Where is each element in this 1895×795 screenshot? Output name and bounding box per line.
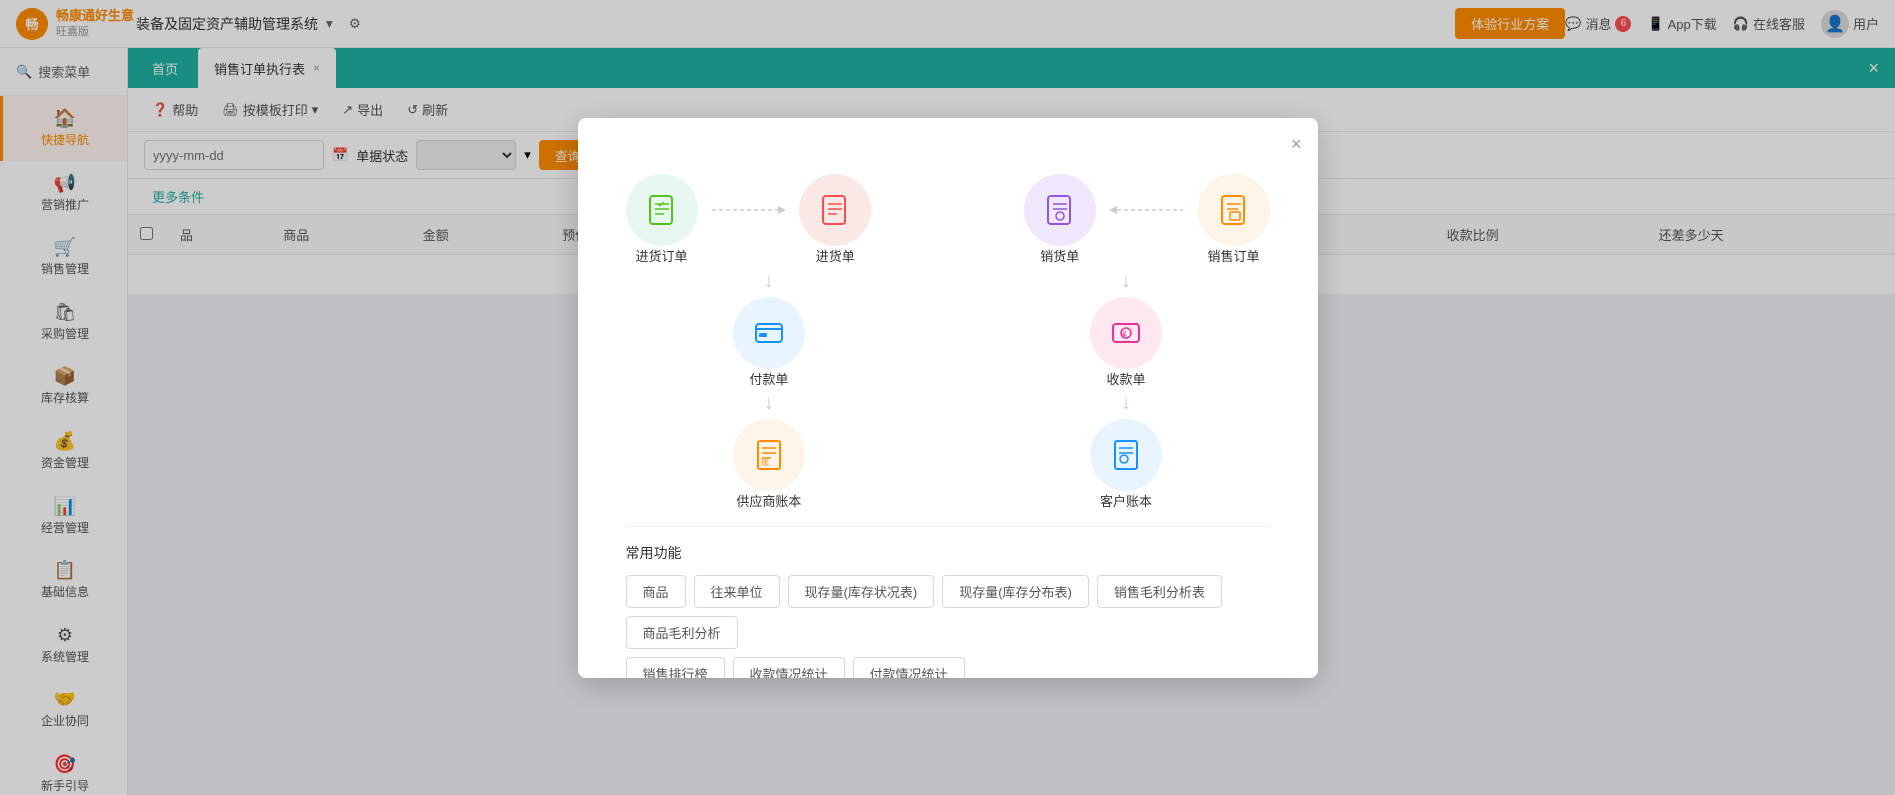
customer-ledger-label: 客户账本 <box>1100 491 1152 510</box>
common-btn-sales-rank[interactable]: 销售排行榜 <box>626 657 725 678</box>
arrow-sales-order-to-bill <box>1096 174 1198 218</box>
sales-order-circle <box>1198 174 1270 246</box>
purchase-bill-node[interactable]: 进货单 <box>799 174 871 265</box>
purchase-order-node[interactable]: 进货订单 <box>626 174 698 265</box>
common-buttons-row-2: 销售排行榜 收款情况统计 付款情况统计 <box>626 657 1270 678</box>
purchase-bill-label: 进货单 <box>816 246 855 265</box>
common-section-title: 常用功能 <box>626 543 1270 563</box>
payment-node[interactable]: 付款单 <box>733 297 805 388</box>
modal-close-btn[interactable]: × <box>1291 134 1302 155</box>
down-arrow-receipt: ↓ <box>1121 392 1131 415</box>
common-buttons-row-1: 商品 往来单位 现存量(库存状况表) 现存量(库存分布表) 销售毛利分析表 商品… <box>626 575 1270 649</box>
svg-text:账: 账 <box>761 458 769 467</box>
sales-bill-circle <box>1024 174 1096 246</box>
purchase-bill-circle <box>799 174 871 246</box>
receipt-circle: ¥ <box>1090 297 1162 369</box>
common-btn-product[interactable]: 商品 <box>626 575 686 608</box>
sales-order-node[interactable]: 销售订单 <box>1198 174 1270 265</box>
common-btn-receipt-stats[interactable]: 收款情况统计 <box>733 657 845 678</box>
common-btn-stock-dist[interactable]: 现存量(库存分布表) <box>942 575 1089 608</box>
supplier-ledger-circle: 账 <box>733 419 805 491</box>
common-btn-product-margin[interactable]: 商品毛利分析 <box>626 616 738 649</box>
common-btn-sales-margin[interactable]: 销售毛利分析表 <box>1097 575 1222 608</box>
down-arrow-sales-bill: ↓ <box>1121 269 1131 293</box>
purchase-order-label: 进货订单 <box>635 246 687 265</box>
flow-diagram: 进货订单 进货单 <box>626 150 1270 526</box>
customer-ledger-node[interactable]: 客户账本 <box>1090 419 1162 510</box>
receipt-node[interactable]: ¥ 收款单 <box>1090 297 1162 388</box>
common-btn-stock-status[interactable]: 现存量(库存状况表) <box>788 575 935 608</box>
sales-order-label: 销售订单 <box>1208 246 1260 265</box>
supplier-ledger-label: 供应商账本 <box>736 491 801 510</box>
purchase-order-circle <box>626 174 698 246</box>
down-arrow-payment: ↓ <box>764 392 774 415</box>
down-arrow-purchase: ↓ <box>764 269 774 293</box>
quick-nav-modal: × 进货订单 <box>578 118 1318 678</box>
customer-ledger-circle <box>1090 419 1162 491</box>
receipt-label: 收款单 <box>1107 369 1146 388</box>
common-functions-section: 常用功能 商品 往来单位 现存量(库存状况表) 现存量(库存分布表) 销售毛利分… <box>626 526 1270 678</box>
sales-bill-node[interactable]: 销货单 <box>1024 174 1096 265</box>
common-btn-payment-stats[interactable]: 付款情况统计 <box>853 657 965 678</box>
arrow-purchase-to-bill <box>698 174 800 218</box>
supplier-ledger-node[interactable]: 账 供应商账本 <box>733 419 805 510</box>
common-btn-partner[interactable]: 往来单位 <box>694 575 780 608</box>
svg-text:¥: ¥ <box>1121 330 1127 339</box>
sales-bill-label: 销货单 <box>1040 246 1079 265</box>
payment-label: 付款单 <box>749 369 788 388</box>
payment-circle <box>733 297 805 369</box>
modal-overlay[interactable]: × 进货订单 <box>0 0 1895 795</box>
